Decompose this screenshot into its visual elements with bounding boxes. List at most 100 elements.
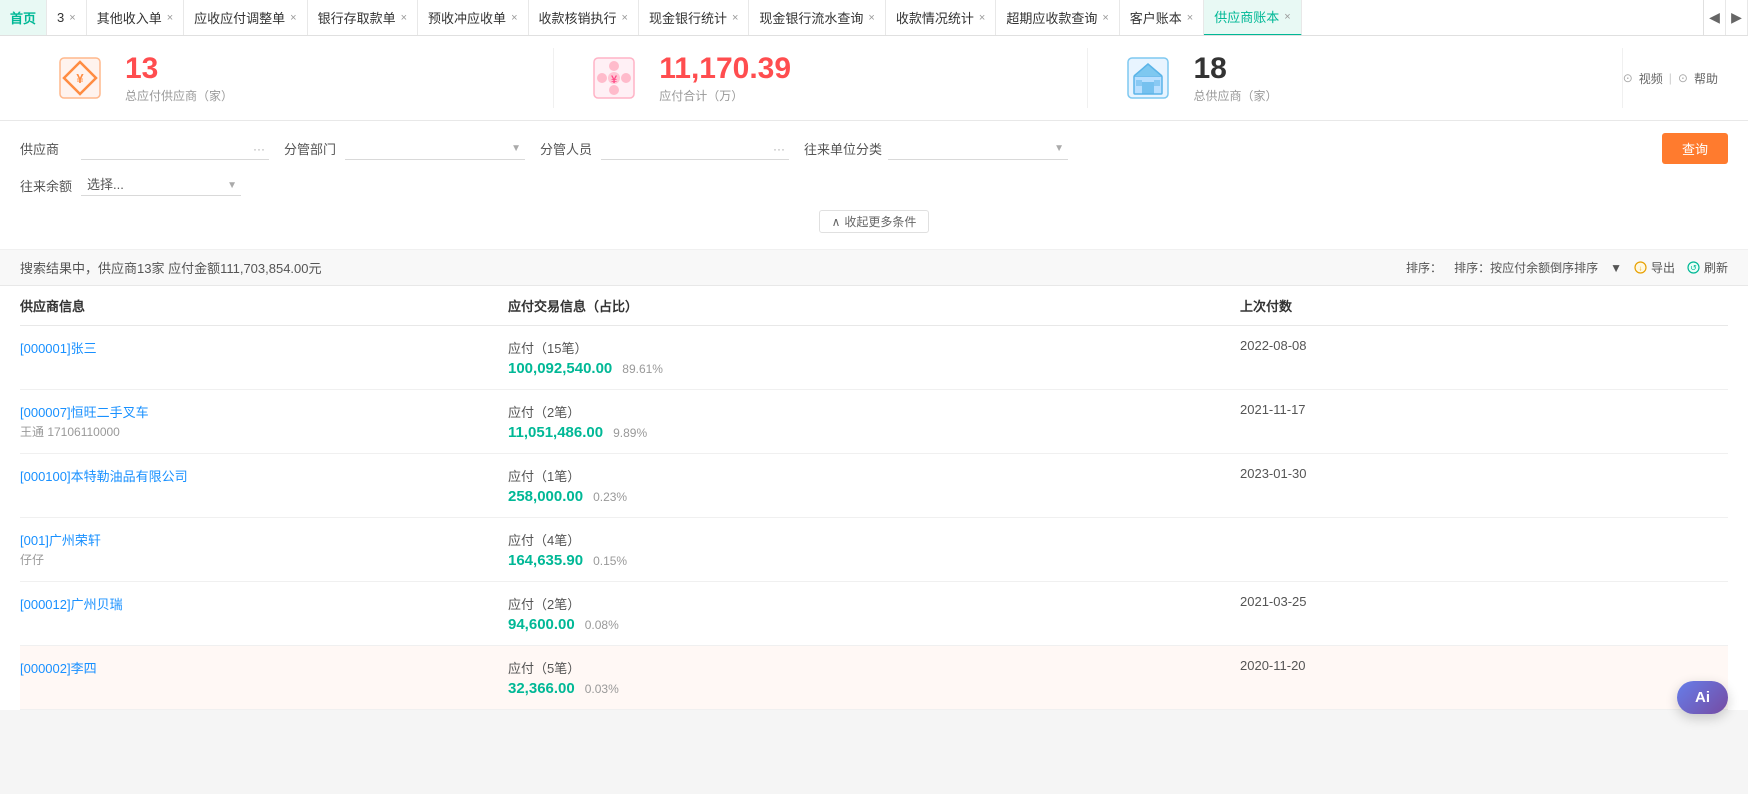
supplier-link-4[interactable]: [001]广州荣轩	[20, 530, 508, 549]
nav-tab-overdue-label: 超期应收款查询	[1006, 8, 1097, 27]
supplier-info-3: [000100]本特勒油品有限公司	[20, 466, 508, 485]
trans-info-2: 应付（2笔） 11,051,486.00 9.89%	[508, 402, 1240, 441]
last-pay-date-1: 2022-08-08	[1240, 338, 1307, 353]
table-row: [000007]恒旺二手叉车 王通 17106110000 应付（2笔） 11,…	[20, 390, 1728, 454]
nav-tab-collect-label: 收款核销执行	[539, 8, 617, 27]
collapse-bar: ∧ 收起更多条件	[20, 206, 1728, 237]
supplier-link-6[interactable]: [000002]李四	[20, 658, 508, 677]
filter-group-dept: 分管部门 ▼	[284, 138, 525, 160]
trans-amount-5[interactable]: 94,600.00	[508, 616, 575, 633]
trans-pct-1: 89.61%	[622, 362, 663, 376]
export-button[interactable]: ↓ 导出	[1634, 259, 1675, 276]
supplier-link-1[interactable]: [000001]张三	[20, 338, 508, 357]
close-icon[interactable]: ×	[1187, 12, 1193, 24]
trans-amount-3[interactable]: 258,000.00	[508, 488, 583, 505]
results-right: 排序： 排序：按应付余额倒序排序 ▼ ↓ 导出 ↺ 刷新	[1406, 259, 1728, 276]
stat-suppliers-due-content: 13 总应付供应商（家）	[125, 52, 233, 104]
trans-row-3: 258,000.00 0.23%	[508, 488, 1240, 505]
nav-tab-supplier-account[interactable]: 供应商账本 ×	[1204, 0, 1301, 36]
close-icon[interactable]: ×	[868, 12, 874, 24]
sort-select[interactable]: 排序：按应付余额倒序排序	[1454, 259, 1598, 276]
trans-pct-2: 9.89%	[613, 426, 647, 440]
balance-select[interactable]: 选择...	[81, 174, 241, 196]
last-pay-6: 2020-11-20	[1240, 658, 1728, 673]
supplier-link-2[interactable]: [000007]恒旺二手叉车	[20, 402, 508, 421]
refresh-icon: ↺	[1687, 261, 1701, 275]
person-input[interactable]	[601, 138, 789, 160]
trans-row-4: 164,635.90 0.15%	[508, 552, 1240, 569]
close-icon[interactable]: ×	[401, 12, 407, 24]
nav-tab-cash-flow[interactable]: 现金银行流水查询 ×	[749, 0, 885, 36]
flower-pink-icon: ¥	[584, 48, 644, 108]
stat-suppliers-due-number: 13	[125, 52, 233, 85]
trans-label-2: 应付（2笔）	[508, 402, 1240, 421]
trans-amount-4[interactable]: 164,635.90	[508, 552, 583, 569]
close-icon[interactable]: ×	[167, 12, 173, 24]
nav-tab-collect[interactable]: 收款核销执行 ×	[529, 0, 639, 36]
supplier-contact-2: 王通 17106110000	[20, 423, 508, 440]
trans-amount-6[interactable]: 32,366.00	[508, 680, 575, 697]
nav-home[interactable]: 首页	[0, 0, 47, 36]
table-row: [000100]本特勒油品有限公司 应付（1笔） 258,000.00 0.23…	[20, 454, 1728, 518]
nav-tab-other-income[interactable]: 其他收入单 ×	[87, 0, 184, 36]
close-icon[interactable]: ×	[1102, 12, 1108, 24]
category-select[interactable]	[888, 138, 1068, 160]
video-link[interactable]: 视频	[1639, 70, 1663, 87]
supplier-link-5[interactable]: [000012]广州贝瑞	[20, 594, 508, 613]
nav-tab-cash-bank[interactable]: 现金银行统计 ×	[639, 0, 749, 36]
nav-next-button[interactable]: ▶	[1726, 0, 1748, 36]
trans-pct-6: 0.03%	[585, 682, 619, 696]
query-button[interactable]: 查询	[1662, 133, 1728, 164]
last-pay-date-3: 2023-01-30	[1240, 466, 1307, 481]
last-pay-date-5: 2021-03-25	[1240, 594, 1307, 609]
help-link[interactable]: 帮助	[1694, 70, 1718, 87]
close-icon[interactable]: ×	[1284, 11, 1290, 23]
nav-tab-prepay[interactable]: 预收冲应收单 ×	[418, 0, 528, 36]
nav-prev-button[interactable]: ◀	[1704, 0, 1726, 36]
nav-tab-adjustment[interactable]: 应收应付调整单 ×	[184, 0, 307, 36]
trans-info-3: 应付（1笔） 258,000.00 0.23%	[508, 466, 1240, 505]
ai-label: Ai	[1695, 689, 1710, 706]
last-pay-3: 2023-01-30	[1240, 466, 1728, 481]
stat-amount-due: ¥ 11,170.39 应付合计（万）	[554, 48, 1088, 108]
close-icon[interactable]: ×	[622, 12, 628, 24]
trans-info-4: 应付（4笔） 164,635.90 0.15%	[508, 530, 1240, 569]
nav-tab-cash-flow-label: 现金银行流水查询	[759, 8, 863, 27]
close-icon[interactable]: ×	[290, 12, 296, 24]
trans-row-2: 11,051,486.00 9.89%	[508, 424, 1240, 441]
close-icon[interactable]: ×	[69, 12, 75, 24]
supplier-link-3[interactable]: [000100]本特勒油品有限公司	[20, 466, 508, 485]
close-icon[interactable]: ×	[979, 12, 985, 24]
stat-suppliers-due-label: 总应付供应商（家）	[125, 87, 233, 104]
filter-group-category: 往来单位分类 ▼	[804, 138, 1068, 160]
dept-select[interactable]	[345, 138, 525, 160]
store-blue-icon	[1118, 48, 1178, 108]
nav-tab-overdue[interactable]: 超期应收款查询 ×	[996, 0, 1119, 36]
close-icon[interactable]: ×	[511, 12, 517, 24]
nav-arrows: ◀ ▶	[1703, 0, 1748, 36]
diamond-orange-icon: ¥	[50, 48, 110, 108]
supplier-info-5: [000012]广州贝瑞	[20, 594, 508, 613]
stat-total-suppliers: 18 总供应商（家）	[1088, 48, 1622, 108]
nav-tab-num[interactable]: 3 ×	[47, 0, 87, 36]
close-icon[interactable]: ×	[732, 12, 738, 24]
filter-row-2: 往来余额 选择... ▼	[20, 174, 1728, 196]
nav-tab-customer-account[interactable]: 客户账本 ×	[1120, 0, 1204, 36]
trans-amount-2[interactable]: 11,051,486.00	[508, 424, 603, 441]
filter-row-1: 供应商 ··· 分管部门 ▼ 分管人员 ···	[20, 133, 1728, 164]
trans-label-3: 应付（1笔）	[508, 466, 1240, 485]
trans-row-1: 100,092,540.00 89.61%	[508, 360, 1240, 377]
supplier-info-6: [000002]李四	[20, 658, 508, 677]
supplier-input[interactable]	[81, 138, 269, 160]
table-row: [000002]李四 应付（5笔） 32,366.00 0.03% 2020-1…	[20, 646, 1728, 710]
stat-suppliers-due: ¥ 13 总应付供应商（家）	[20, 48, 554, 108]
trans-amount-1[interactable]: 100,092,540.00	[508, 360, 612, 377]
table-row: [000001]张三 应付（15笔） 100,092,540.00 89.61%…	[20, 326, 1728, 390]
refresh-button[interactable]: ↺ 刷新	[1687, 259, 1728, 276]
dept-select-wrap: ▼	[345, 138, 525, 160]
nav-home-label: 首页	[10, 8, 36, 27]
ai-button[interactable]: Ai	[1677, 681, 1728, 714]
nav-tab-bank-deposit[interactable]: 银行存取款单 ×	[308, 0, 418, 36]
nav-tab-collect-stat[interactable]: 收款情况统计 ×	[886, 0, 996, 36]
collapse-button[interactable]: ∧ 收起更多条件	[819, 210, 930, 233]
